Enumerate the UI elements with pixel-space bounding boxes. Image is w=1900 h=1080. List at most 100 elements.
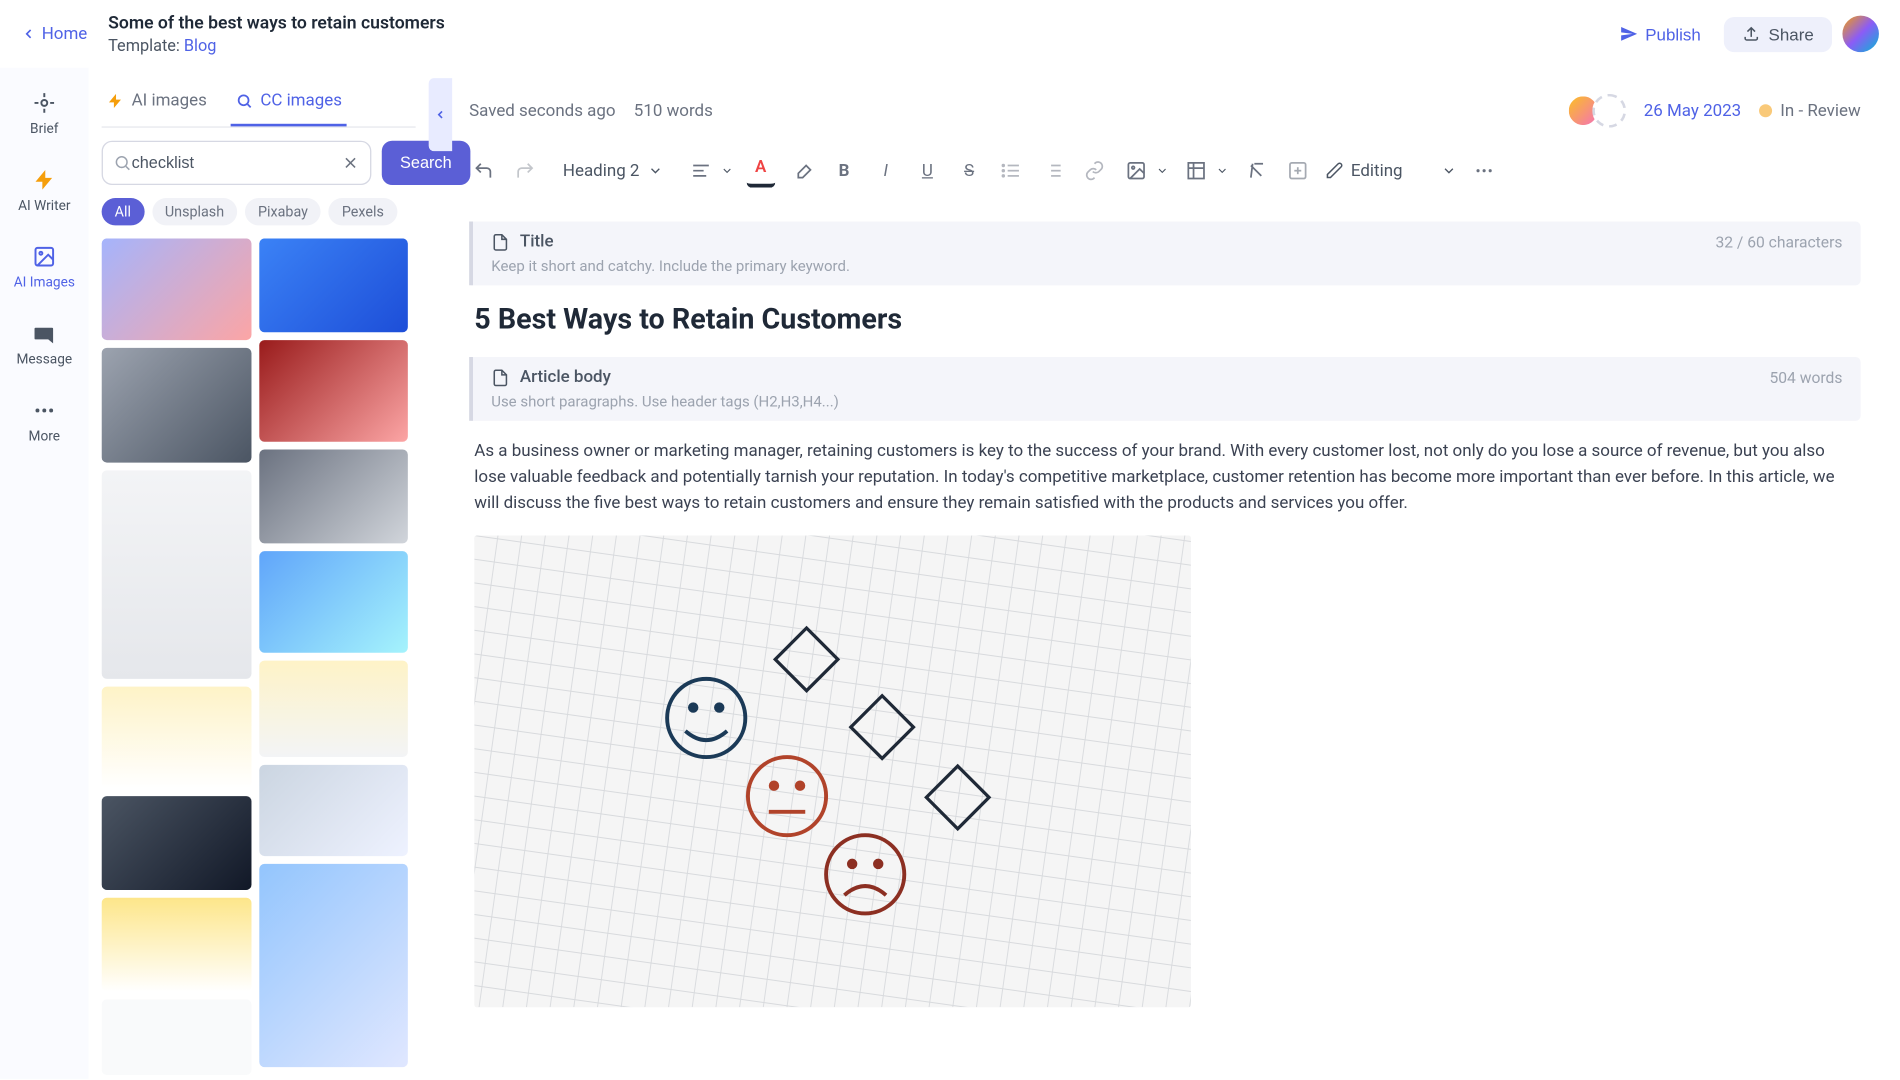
- list-icon: [1000, 160, 1021, 181]
- filter-pexels[interactable]: Pexels: [329, 198, 397, 225]
- undo-icon: [473, 160, 494, 181]
- link-button[interactable]: [1080, 154, 1109, 188]
- gallery-thumb[interactable]: [259, 551, 408, 653]
- heading-select[interactable]: Heading 2: [552, 156, 673, 186]
- gallery-thumb[interactable]: [102, 470, 251, 678]
- upload-icon: [1742, 25, 1760, 43]
- collaborator-avatars[interactable]: [1573, 94, 1625, 128]
- italic-button[interactable]: I: [871, 154, 900, 188]
- sidebar-item-ai-writer[interactable]: AI Writer: [5, 158, 83, 224]
- gallery-thumb[interactable]: [259, 450, 408, 544]
- article-title[interactable]: 5 Best Ways to Retain Customers: [474, 304, 1855, 337]
- table-icon: [1185, 160, 1206, 181]
- underline-button[interactable]: U: [913, 154, 942, 188]
- gallery-thumb[interactable]: [102, 898, 251, 992]
- gallery-thumb[interactable]: [259, 661, 408, 757]
- chevron-down-icon[interactable]: [1155, 164, 1168, 177]
- home-link[interactable]: Home: [21, 24, 87, 44]
- title-hint: Keep it short and catchy. Include the pr…: [491, 257, 1842, 275]
- status-dot-icon: [1759, 104, 1772, 117]
- chevron-down-icon[interactable]: [720, 164, 733, 177]
- gallery-thumb[interactable]: [102, 348, 251, 463]
- publish-button[interactable]: Publish: [1606, 16, 1714, 51]
- message-icon: [33, 322, 56, 345]
- redo-icon: [515, 160, 536, 181]
- sidebar-item-ai-images[interactable]: AI Images: [5, 235, 83, 301]
- filter-pixabay[interactable]: Pixabay: [245, 198, 321, 225]
- send-icon: [1619, 25, 1637, 43]
- ordered-list-icon: [1042, 160, 1063, 181]
- gallery-thumb[interactable]: [259, 765, 408, 856]
- gallery-thumb[interactable]: [102, 687, 251, 789]
- gallery-thumb[interactable]: [102, 238, 251, 340]
- clear-format-icon: [1245, 160, 1266, 181]
- bolt-icon: [107, 93, 124, 110]
- strikethrough-button[interactable]: S: [955, 154, 984, 188]
- feedback-faces-illustration: [474, 536, 1191, 1008]
- body-hint: Use short paragraphs. Use header tags (H…: [491, 392, 1842, 410]
- gallery-thumb[interactable]: [102, 796, 251, 890]
- sidebar: Brief AI Writer AI Images Message More: [0, 68, 89, 1079]
- align-button[interactable]: [686, 154, 715, 188]
- clear-icon[interactable]: [341, 154, 359, 172]
- article-paragraph[interactable]: As a business owner or marketing manager…: [474, 439, 1855, 518]
- chevron-left-icon: [434, 108, 447, 121]
- template-link[interactable]: Blog: [184, 36, 217, 56]
- bullet-list-button[interactable]: [996, 154, 1025, 188]
- highlight-icon: [792, 160, 813, 181]
- chevron-down-icon: [647, 163, 663, 179]
- tab-cc-images[interactable]: CC images: [230, 81, 347, 127]
- sidebar-item-brief[interactable]: Brief: [5, 81, 83, 147]
- document-icon: [491, 368, 509, 386]
- image-search-input[interactable]: [132, 154, 342, 172]
- insert-button[interactable]: [1283, 154, 1312, 188]
- gallery-thumb[interactable]: [259, 238, 408, 332]
- sidebar-item-more[interactable]: More: [5, 388, 83, 454]
- topbar: Home Some of the best ways to retain cus…: [0, 0, 1900, 68]
- link-icon: [1084, 160, 1105, 181]
- page-title: Some of the best ways to retain customer…: [108, 12, 445, 33]
- gallery-thumb[interactable]: [259, 864, 408, 1067]
- bolt-icon: [33, 168, 56, 191]
- dots-icon: [1474, 160, 1495, 181]
- bold-button[interactable]: B: [830, 154, 859, 188]
- chevron-left-icon: [21, 26, 37, 42]
- filter-unsplash[interactable]: Unsplash: [152, 198, 237, 225]
- collapse-panel-button[interactable]: [429, 78, 452, 151]
- document-icon: [491, 233, 509, 251]
- search-icon: [236, 93, 253, 110]
- undo-button[interactable]: [469, 154, 498, 188]
- gallery-thumb[interactable]: [259, 340, 408, 442]
- filter-all[interactable]: All: [102, 198, 144, 225]
- share-button[interactable]: Share: [1724, 16, 1832, 51]
- image-gallery[interactable]: [102, 238, 416, 1078]
- image-panel: AI images CC images Search All Unsplash: [89, 68, 430, 1079]
- table-button[interactable]: [1181, 154, 1210, 188]
- numbered-list-button[interactable]: [1038, 154, 1067, 188]
- status-badge[interactable]: In - Review: [1759, 101, 1860, 121]
- tab-ai-images[interactable]: AI images: [102, 81, 212, 127]
- title-char-count: 32 / 60 characters: [1715, 233, 1842, 251]
- dots-icon: [33, 399, 56, 422]
- article-image[interactable]: [474, 536, 1191, 1008]
- add-collaborator[interactable]: [1592, 94, 1626, 128]
- sidebar-item-message[interactable]: Message: [5, 311, 83, 377]
- editor-area: Saved seconds ago 510 words 26 May 2023 …: [430, 68, 1900, 1079]
- editor-toolbar: Heading 2 A B I U S: [469, 146, 1861, 206]
- search-icon: [113, 154, 131, 172]
- more-tools-button[interactable]: [1470, 154, 1499, 188]
- word-count: 510 words: [634, 101, 713, 121]
- user-avatar[interactable]: [1842, 16, 1878, 52]
- text-color-button[interactable]: A: [746, 154, 775, 188]
- template-subtitle: Template: Blog: [108, 36, 445, 56]
- mode-select[interactable]: Editing: [1325, 161, 1457, 181]
- clear-format-button[interactable]: [1241, 154, 1270, 188]
- search-button[interactable]: Search: [382, 141, 470, 185]
- title-section-header: Title 32 / 60 characters Keep it short a…: [469, 222, 1861, 286]
- insert-image-button[interactable]: [1122, 154, 1151, 188]
- highlight-button[interactable]: [788, 154, 817, 188]
- gallery-thumb[interactable]: [102, 999, 251, 1075]
- target-icon: [33, 91, 56, 114]
- chevron-down-icon[interactable]: [1215, 164, 1228, 177]
- redo-button[interactable]: [511, 154, 540, 188]
